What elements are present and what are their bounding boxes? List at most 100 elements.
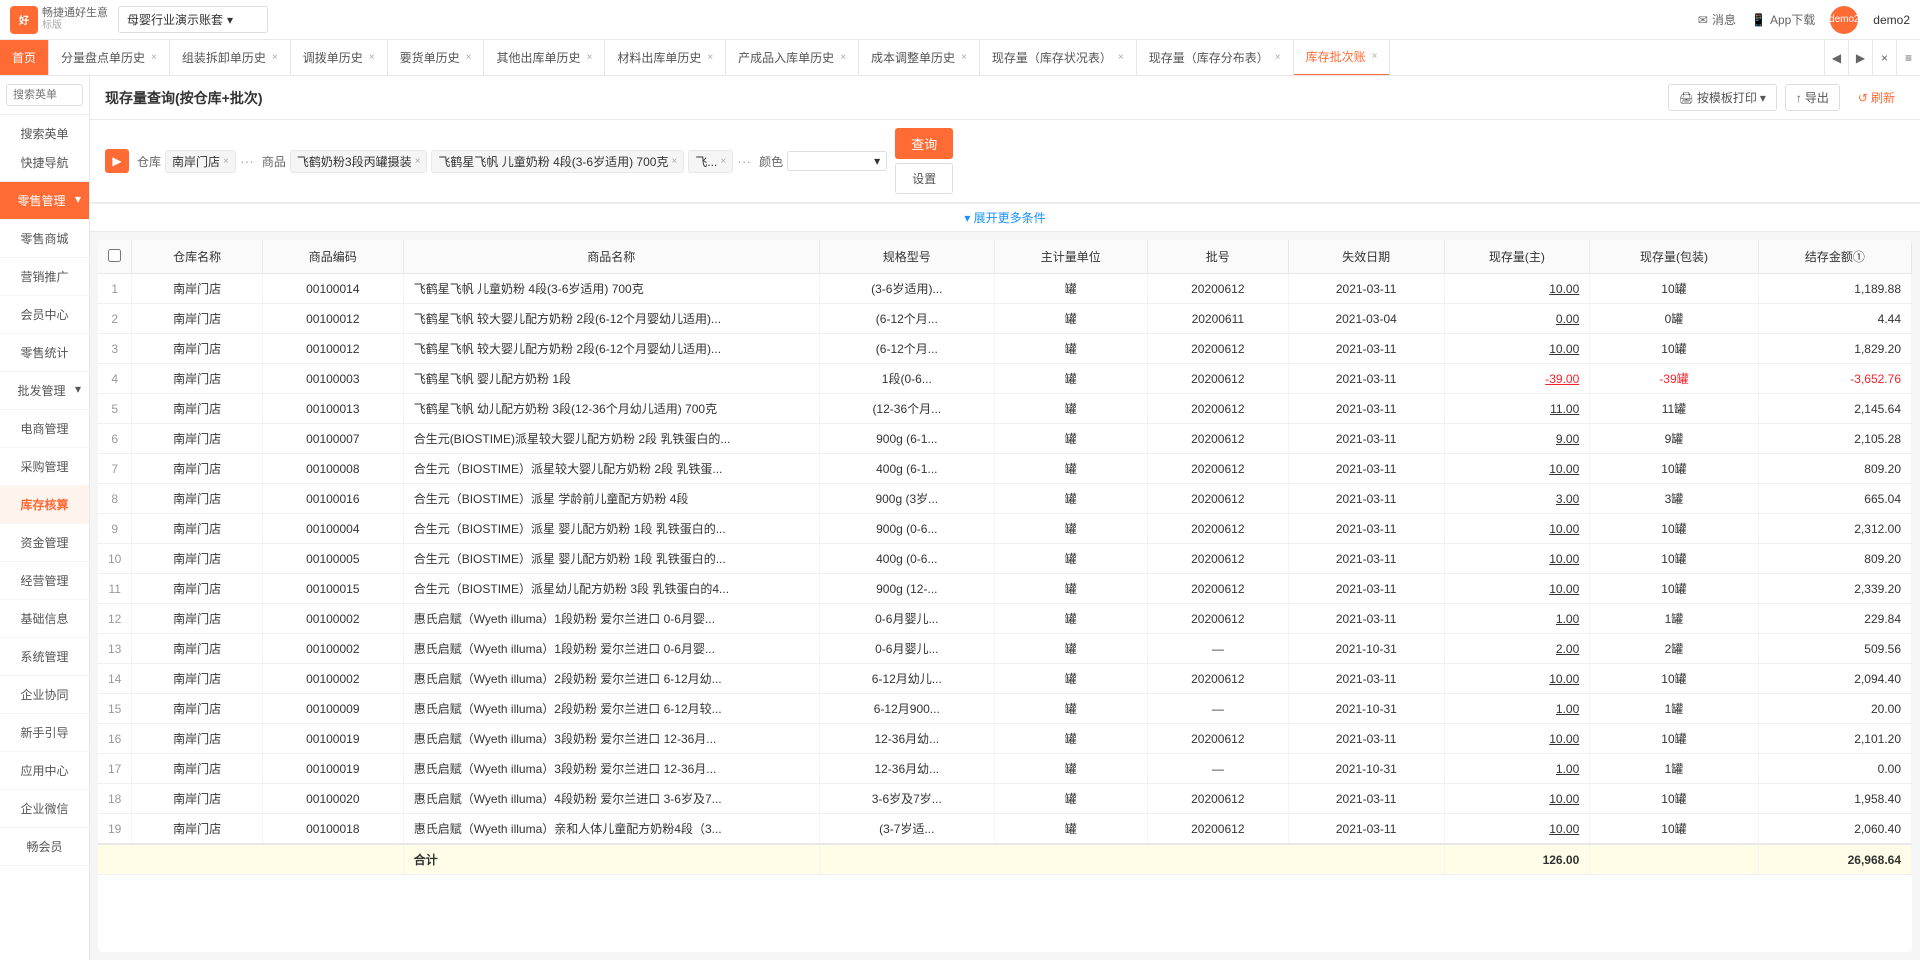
td-code: 00100002 [262,664,403,694]
sidebar-item-retail-shop[interactable]: 零售商城 [0,220,89,258]
td-qty-main[interactable]: 1.00 [1444,754,1590,784]
tab-chengpin[interactable]: 产成品入库单历史 × [726,40,859,76]
close-icon[interactable]: × [707,52,713,63]
tab-qita[interactable]: 其他出库单历史 × [484,40,605,76]
table-row: 18 南岸门店 00100020 惠氏启赋（Wyeth illuma）4段奶粉 … [98,784,1912,814]
tab-diaob[interactable]: 调拨单历史 × [291,40,388,76]
tab-zuhe[interactable]: 组装拆卸单历史 × [170,40,291,76]
td-name: 飞鹤星飞帆 较大婴儿配方奶粉 2段(6-12个月婴幼儿适用)... [403,304,819,334]
remove-warehouse-tag[interactable]: × [223,156,229,167]
product-more-btn[interactable]: ··· [737,153,751,169]
th-spec: 规格型号 [819,240,994,274]
sidebar-item-retail-mgmt[interactable]: 零售管理 ▾ [0,182,89,220]
sidebar-item-retail-stats[interactable]: 零售统计 [0,334,89,372]
td-qty-main[interactable]: 10.00 [1444,544,1590,574]
td-qty-main[interactable]: 10.00 [1444,274,1590,304]
expand-more-bar[interactable]: ▾ 展开更多条件 [90,203,1920,232]
home-label: 首页 [12,49,36,66]
remove-product-tag-1[interactable]: × [415,156,421,167]
tab-kucun-pici[interactable]: 库存批次账 × [1294,40,1391,76]
filter-expand-btn[interactable]: ▶ [105,149,129,173]
sidebar-item-inventory[interactable]: 库存核算 [0,486,89,524]
td-qty-main[interactable]: 10.00 [1444,784,1590,814]
close-icon[interactable]: × [151,52,157,63]
sidebar-item-finance[interactable]: 资金管理 [0,524,89,562]
sidebar-item-members[interactable]: 会员中心 [0,296,89,334]
warehouse-more-btn[interactable]: ··· [240,153,254,169]
close-icon[interactable]: × [1372,51,1378,62]
sidebar-item-search[interactable]: 搜索英单 [0,119,89,148]
close-icon[interactable]: × [961,52,967,63]
td-qty-main[interactable]: 11.00 [1444,394,1590,424]
td-warehouse: 南岸门店 [132,274,263,304]
tab-cailiao[interactable]: 材料出库单历史 × [605,40,726,76]
sidebar-item-purchase[interactable]: 采购管理 [0,448,89,486]
sidebar-item-membership[interactable]: 畅会员 [0,828,89,866]
close-icon[interactable]: × [586,52,592,63]
td-code: 00100005 [262,544,403,574]
sidebar-item-system[interactable]: 系统管理 [0,638,89,676]
sidebar-item-wechat[interactable]: 企业微信 [0,790,89,828]
user-avatar[interactable]: demo2 [1830,6,1858,34]
sidebar-item-appcenter[interactable]: 应用中心 [0,752,89,790]
close-icon[interactable]: × [1118,52,1124,63]
td-qty-main[interactable]: 10.00 [1444,814,1590,845]
app-download-btn[interactable]: 📱 App下载 [1751,11,1815,28]
sidebar-item-wholesale[interactable]: 批发管理 ▾ [0,372,89,410]
color-label: 颜色 [759,153,783,170]
nav-next-btn[interactable]: ▶ [1848,40,1872,76]
print-btn[interactable]: 🖨 按模板打印 ▾ [1668,84,1777,111]
td-qty-main[interactable]: 10.00 [1444,724,1590,754]
refresh-btn[interactable]: ↺ 刷新 [1848,85,1905,110]
tab-yaohu[interactable]: 要货单历史 × [388,40,485,76]
tab-xiancun1[interactable]: 现存量（库存状况表） × [980,40,1137,76]
company-select[interactable]: 母婴行业演示账套 ▾ [118,6,268,33]
close-icon[interactable]: × [369,52,375,63]
setting-btn[interactable]: 设置 [895,163,953,194]
tab-home[interactable]: 首页 [0,40,49,76]
td-qty-pkg: 0罐 [1590,304,1758,334]
select-all-checkbox[interactable] [108,249,121,262]
sidebar-item-quicknav[interactable]: 快捷导航 [0,148,89,177]
export-btn[interactable]: ↑ 导出 [1785,84,1840,111]
td-qty-main[interactable]: 1.00 [1444,604,1590,634]
td-qty-main[interactable]: 10.00 [1444,454,1590,484]
tab-fenpan[interactable]: 分量盘点单历史 × [49,40,170,76]
td-qty-main[interactable]: 10.00 [1444,664,1590,694]
sidebar-item-ecommerce[interactable]: 电商管理 [0,410,89,448]
sidebar-item-basic-info[interactable]: 基础信息 [0,600,89,638]
close-icon[interactable]: × [466,52,472,63]
search-input[interactable] [6,84,83,106]
td-qty-main[interactable]: 10.00 [1444,574,1590,604]
td-qty-main[interactable]: 3.00 [1444,484,1590,514]
close-icon[interactable]: × [840,52,846,63]
td-qty-main[interactable]: 9.00 [1444,424,1590,454]
td-qty-main[interactable]: 2.00 [1444,634,1590,664]
color-dropdown[interactable]: ▾ [787,151,887,171]
query-btn[interactable]: 查询 [895,128,953,159]
nav-close-btn[interactable]: × [1872,40,1896,76]
close-icon[interactable]: × [1275,52,1281,63]
remove-product-tag-2[interactable]: × [671,156,677,167]
td-qty-main[interactable]: 1.00 [1444,694,1590,724]
td-expire: 2021-03-11 [1288,364,1444,394]
td-unit: 罐 [994,694,1147,724]
td-batch: 20200612 [1147,814,1288,845]
td-qty-main[interactable]: -39.00 [1444,364,1590,394]
message-btn[interactable]: ✉ 消息 [1698,11,1736,28]
tab-xiancun2[interactable]: 现存量（库存分布表） × [1137,40,1294,76]
td-qty-main[interactable]: 0.00 [1444,304,1590,334]
close-icon[interactable]: × [272,52,278,63]
nav-menu-btn[interactable]: ≡ [1896,40,1920,76]
td-spec: (6-12个月... [819,334,994,364]
sidebar-item-enterprise[interactable]: 企业协同 [0,676,89,714]
td-qty-main[interactable]: 10.00 [1444,334,1590,364]
tab-chengben[interactable]: 成本调整单历史 × [859,40,980,76]
sidebar-item-marketing[interactable]: 营销推广 [0,258,89,296]
td-num: 7 [98,454,132,484]
sidebar-item-operations[interactable]: 经营管理 [0,562,89,600]
nav-prev-btn[interactable]: ◀ [1824,40,1848,76]
sidebar-item-guide[interactable]: 新手引导 [0,714,89,752]
remove-product-tag-3[interactable]: × [720,156,726,167]
td-qty-main[interactable]: 10.00 [1444,514,1590,544]
